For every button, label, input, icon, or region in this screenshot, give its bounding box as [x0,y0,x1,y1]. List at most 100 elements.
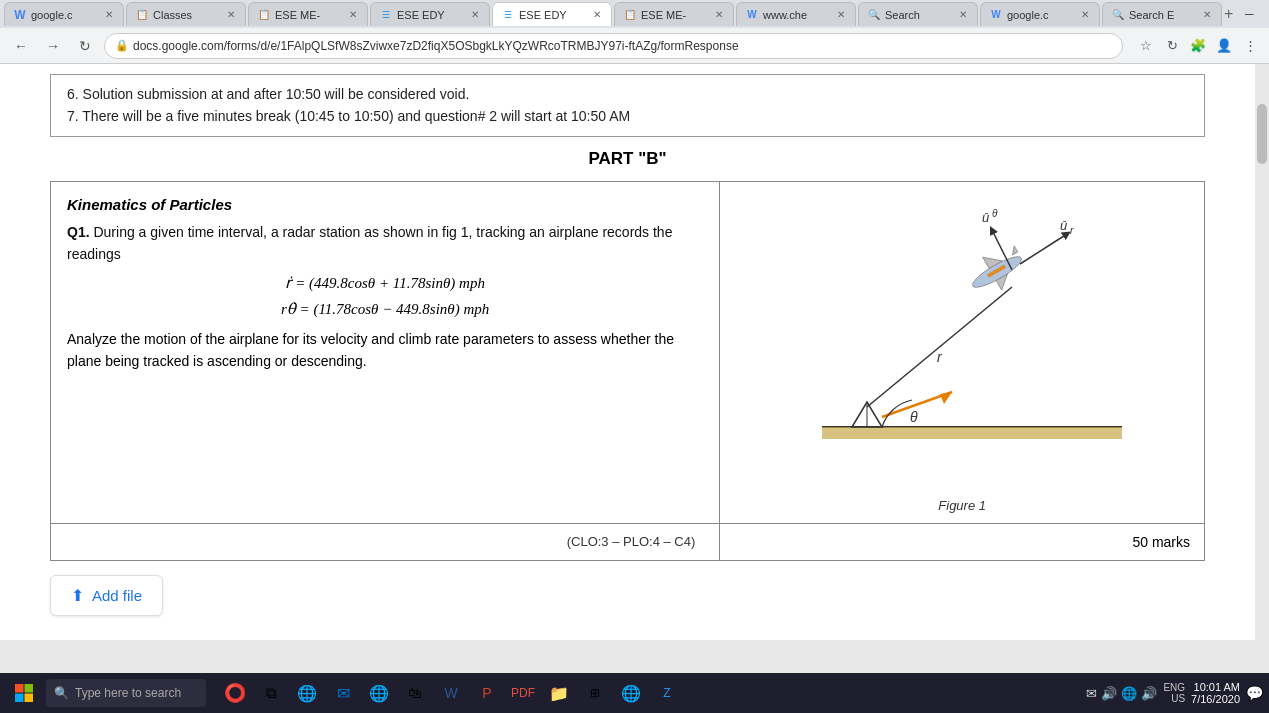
question-right-cell: θ r [720,181,1205,523]
taskbar-pdf[interactable]: PDF [506,675,540,711]
upload-icon: ⬆ [71,586,84,605]
url-text: docs.google.com/forms/d/e/1FAlpQLSfW8sZv… [133,39,739,53]
notification-icon[interactable]: 💬 [1246,685,1263,701]
taskbar-zoom[interactable]: Z [650,675,684,711]
tab-icon-search2: 🔍 [1111,8,1125,22]
tab-icon-google: W [13,8,27,22]
browser-window: W google.c ✕ 📋 Classes ✕ 📋 ESE ME- ✕ ☰ E… [0,0,1269,713]
sound-icon[interactable]: 🔊 [1101,686,1117,701]
formula-rthetadot: rθ̇ = (11.78cosθ − 449.8sinθ) mph [67,300,703,318]
tab-icon-search1: 🔍 [867,8,881,22]
tab-close-google[interactable]: ✕ [103,9,115,20]
tab-close-wwwche[interactable]: ✕ [835,9,847,20]
svg-marker-12 [1009,246,1018,255]
taskbar-search-icon: 🔍 [54,686,69,700]
bookmark-icon[interactable]: ☆ [1135,35,1157,57]
menu-icon[interactable]: ⋮ [1239,35,1261,57]
tab-close-search1[interactable]: ✕ [957,9,969,20]
question-left-cell: Kinematics of Particles Q1. During a giv… [51,181,720,523]
tab-google2[interactable]: W google.c ✕ [980,2,1100,26]
back-button[interactable]: ← [8,33,34,59]
analyze-body: the motion of the airplane for its veloc… [67,331,674,369]
tab-icon-ese4: 📋 [623,8,637,22]
tab-label-ese3: ESE EDY [519,9,587,21]
network-icon[interactable]: 🌐 [1121,686,1137,701]
taskbar-chrome[interactable]: 🌐 [614,675,648,711]
taskbar-store[interactable]: 🛍 [398,675,432,711]
svg-rect-23 [25,694,34,703]
svg-rect-20 [15,684,24,693]
new-tab-button[interactable]: + [1224,2,1233,26]
tab-close-google2[interactable]: ✕ [1079,9,1091,20]
window-controls: ─ □ ✕ [1235,4,1269,24]
tab-ese4[interactable]: 📋 ESE ME- ✕ [614,2,734,26]
scrollbar[interactable] [1255,64,1269,673]
taskbar-edge[interactable]: 🌐 [290,675,324,711]
taskbar-task-view[interactable]: ⧉ [254,675,288,711]
taskbar-tiles[interactable]: ⊞ [578,675,612,711]
minimize-button[interactable]: ─ [1235,4,1263,24]
reload-button[interactable]: ↻ [72,33,98,59]
clock-area: ENGUS 10:01 AM 7/16/2020 [1163,681,1240,705]
extension-icon[interactable]: 🧩 [1187,35,1209,57]
taskbar-ie[interactable]: 🌐 [362,675,396,711]
tab-ese2[interactable]: ☰ ESE EDY ✕ [370,2,490,26]
add-file-button[interactable]: ⬆ Add file [50,575,163,616]
figure-svg: θ r [792,192,1132,492]
windows-logo-icon [14,683,34,703]
taskbar-search-text: Type here to search [75,686,181,700]
title-bar: W google.c ✕ 📋 Classes ✕ 📋 ESE ME- ✕ ☰ E… [0,0,1269,28]
address-icons: ☆ ↻ 🧩 👤 ⋮ [1135,35,1261,57]
volume-icon[interactable]: 🔊 [1141,686,1157,701]
tab-close-classes[interactable]: ✕ [225,9,237,20]
taskbar-email[interactable]: ✉ [326,675,360,711]
system-clock[interactable]: 10:01 AM 7/16/2020 [1191,681,1240,705]
figure-caption: Figure 1 [938,498,986,513]
scrollbar-thumb[interactable] [1257,104,1267,164]
q-body-text: During a given time interval, a radar st… [67,224,672,262]
question-row: Kinematics of Particles Q1. During a giv… [51,181,1205,523]
tab-ese3-active[interactable]: ☰ ESE EDY ✕ [492,2,612,26]
language-indicator: ENGUS [1163,682,1185,704]
svg-rect-1 [822,427,1122,439]
tab-wwwche[interactable]: W www.che ✕ [736,2,856,26]
profile-icon[interactable]: 👤 [1213,35,1235,57]
svg-text:r: r [1070,225,1074,236]
tab-google[interactable]: W google.c ✕ [4,2,124,26]
sys-icons: ✉ 🔊 🌐 🔊 [1086,686,1157,701]
rule-6: 6. Solution submission at and after 10:5… [67,83,1188,105]
tab-search1[interactable]: 🔍 Search ✕ [858,2,978,26]
tab-label-search2: Search E [1129,9,1197,21]
taskbar-word[interactable]: W [434,675,468,711]
taskbar-cortana[interactable]: ⭕ [218,675,252,711]
tab-close-ese3[interactable]: ✕ [591,9,603,20]
taskbar-search-bar[interactable]: 🔍 Type here to search [46,679,206,707]
maximize-button[interactable]: □ [1263,4,1269,24]
tab-classes[interactable]: 📋 Classes ✕ [126,2,246,26]
tab-ese1[interactable]: 📋 ESE ME- ✕ [248,2,368,26]
svg-marker-5 [940,392,952,404]
tab-icon-google2: W [989,8,1003,22]
tab-label-google2: google.c [1007,9,1075,21]
start-button[interactable] [6,675,42,711]
tab-label-search1: Search [885,9,953,21]
refresh-icon[interactable]: ↻ [1161,35,1183,57]
question-title: Kinematics of Particles [67,196,703,213]
main-content: 6. Solution submission at and after 10:5… [0,64,1255,673]
add-file-label: Add file [92,587,142,604]
tab-close-ese1[interactable]: ✕ [347,9,359,20]
svg-rect-21 [25,684,34,693]
lock-icon: 🔒 [115,39,129,52]
clo-cell: (CLO:3 – PLO:4 – C4) [51,523,720,560]
url-bar[interactable]: 🔒 docs.google.com/forms/d/e/1FAlpQLSfW8s… [104,33,1123,59]
tab-close-ese4[interactable]: ✕ [713,9,725,20]
tab-label-ese1: ESE ME- [275,9,343,21]
tab-close-search2[interactable]: ✕ [1201,9,1213,20]
tab-search2[interactable]: 🔍 Search E ✕ [1102,2,1222,26]
forward-button[interactable]: → [40,33,66,59]
taskbar-explorer[interactable]: 📁 [542,675,576,711]
tab-close-ese2[interactable]: ✕ [469,9,481,20]
mail-tray-icon[interactable]: ✉ [1086,686,1097,701]
taskbar-system-tray: ✉ 🔊 🌐 🔊 ENGUS 10:01 AM 7/16/2020 💬 [1086,681,1263,705]
taskbar-ppt[interactable]: P [470,675,504,711]
